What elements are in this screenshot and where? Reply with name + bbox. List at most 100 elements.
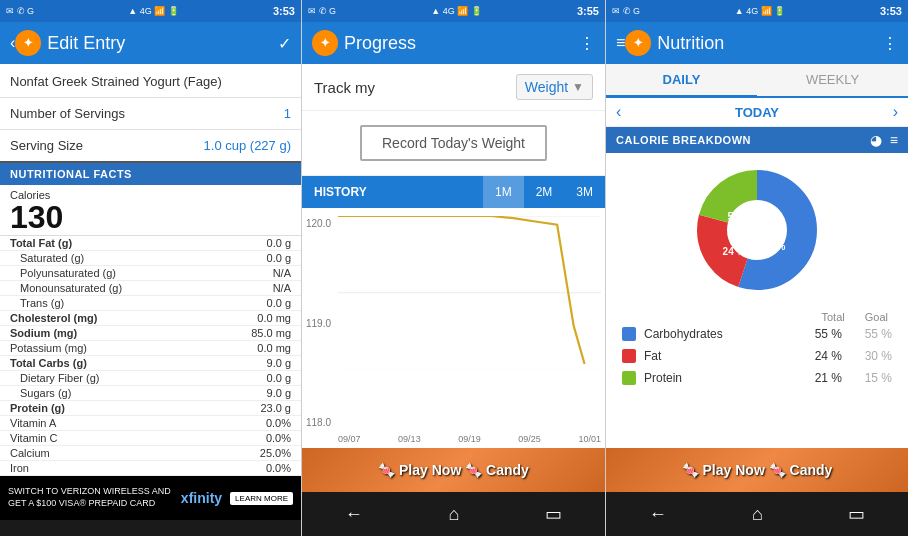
menu-icon-right[interactable]: ⋮ [882,34,898,53]
nutrition-row: Vitamin C 0.0% [0,431,301,446]
nutrient-value: N/A [273,282,291,294]
svg-text:55 %: 55 % [727,210,752,222]
servings-value[interactable]: 1 [284,106,291,121]
today-label: TODAY [687,105,828,120]
status-time-left: 3:53 [273,5,295,17]
serving-size-value[interactable]: 1.0 cup (227 g) [204,138,291,153]
nutrient-label: Cholesterol (mg) [10,312,97,324]
nav-back-right[interactable]: ← [649,504,667,525]
status-time-right: 3:53 [880,5,902,17]
calorie-header-icons: ◕ ≡ [870,132,898,148]
header-right: ≡ ✦ Nutrition ⋮ [606,22,908,64]
tab-1m[interactable]: 1M [483,176,524,208]
nutrition-row: Total Carbs (g) 9.0 g [0,356,301,371]
nav-back-mid[interactable]: ← [345,504,363,525]
nutrient-label: Total Fat (g) [10,237,72,249]
ad-learn-left[interactable]: LEARN MORE [230,492,293,505]
svg-text:21 %: 21 % [763,241,786,252]
legend-color-swatch [622,327,636,341]
status-icons-right: ✉ ✆ G [612,6,640,16]
nutrient-label: Potassium (mg) [10,342,87,354]
ad-banner-right[interactable]: 🍬 Play Now 🍬 Candy [606,448,908,492]
nutrient-value: 9.0 g [267,387,291,399]
nav-recent-mid[interactable]: ▭ [545,503,562,525]
calorie-section-title: CALORIE BREAKDOWN [616,134,870,146]
legend-color-swatch [622,371,636,385]
bottom-nav-right: ← ⌂ ▭ [606,492,908,536]
ad-banner-left[interactable]: SWITCH TO VERIZON WIRELESS AND GET A $10… [0,476,301,520]
ad-banner-mid[interactable]: 🍬 Play Now 🍬 Candy [302,448,605,492]
legend-item-goal: 15 % [842,371,892,385]
nutrient-value: 0.0 g [267,372,291,384]
checkmark-icon[interactable]: ✓ [278,34,291,53]
nav-home-right[interactable]: ⌂ [752,504,763,525]
nutrition-row: Protein (g) 23.0 g [0,401,301,416]
nutrient-label: Vitamin C [10,432,57,444]
legend-item-total: 21 % [792,371,842,385]
legend-item-name: Protein [644,371,792,385]
header-title-mid: Progress [344,33,579,54]
nutrition-row: Calcium 25.0% [0,446,301,461]
nutrition-row: Sodium (mg) 85.0 mg [0,326,301,341]
nutrient-value: 0.0 mg [257,312,291,324]
nav-recent-right[interactable]: ▭ [848,503,865,525]
nutrition-row: Polyunsaturated (g) N/A [0,266,301,281]
nutrition-row: Monounsaturated (g) N/A [0,281,301,296]
nutrient-label: Calcium [10,447,50,459]
brand-logo-right: ✦ [625,30,651,56]
pie-chart-svg: 55 % 21 % 24 % [692,165,822,295]
menu-icon-right-left[interactable]: ≡ [616,34,625,52]
nav-home-left[interactable]: ⌂ [146,532,157,537]
history-tabs: HISTORY 1M 2M 3M [302,176,605,208]
status-icons-left: ✉ ✆ G [6,6,34,16]
calories-value: 130 [10,201,63,233]
prev-day-arrow[interactable]: ‹ [616,103,687,121]
nutrient-value: 0.0% [266,432,291,444]
legend-item-goal: 30 % [842,349,892,363]
tab-2m[interactable]: 2M [524,176,565,208]
legend-header-total: Total [822,311,845,323]
ad-text-left: SWITCH TO VERIZON WIRELESS AND GET A $10… [8,486,173,509]
tab-daily[interactable]: DAILY [606,64,757,98]
legend-row: Protein 21 % 15 % [622,371,892,385]
chart-svg [338,216,601,369]
tab-weekly[interactable]: WEEKLY [757,64,908,96]
next-day-arrow[interactable]: › [828,103,899,121]
chart-area: 120.0 119.0 118.0 09/07 09/13 09/19 09/2… [302,208,605,448]
menu-icon-mid[interactable]: ⋮ [579,34,595,53]
calories-row: Calories 130 [0,185,301,236]
track-my-label: Track my [314,79,375,96]
nutrition-table: Total Fat (g) 0.0 g Saturated (g) 0.0 g Po… [0,236,301,476]
nutrition-row: Sugars (g) 9.0 g [0,386,301,401]
brand-logo-mid: ✦ [312,30,338,56]
nutrient-value: 85.0 mg [251,327,291,339]
status-bar-left: ✉ ✆ G ▲ 4G 📶 🔋 3:53 [0,0,301,22]
tab-3m[interactable]: 3M [564,176,605,208]
nutrient-label: Sugars (g) [20,387,71,399]
servings-row: Number of Servings 1 [0,98,301,130]
nutrient-label: Sodium (mg) [10,327,77,339]
nutrient-label: Iron [10,462,29,474]
pie-chart-icon[interactable]: ◕ [870,132,882,148]
nutrition-row: Vitamin A 0.0% [0,416,301,431]
nav-recent-left[interactable]: ▭ [241,531,258,536]
track-my-row: Track my Weight ▼ [302,64,605,111]
header-left: ‹ ✦ Edit Entry ✓ [0,22,301,64]
nutrient-value: 23.0 g [260,402,291,414]
nutrient-label: Protein (g) [10,402,65,414]
serving-size-label: Serving Size [10,138,83,153]
nutrient-value: 0.0 g [267,252,291,264]
record-weight-button[interactable]: Record Today's Weight [360,125,547,161]
panel-nutrition: ✉ ✆ G ▲ 4G 📶 🔋 3:53 ≡ ✦ Nutrition ⋮ DAIL… [606,0,908,536]
legend-item-name: Fat [644,349,792,363]
track-dropdown[interactable]: Weight ▼ [516,74,593,100]
nav-back-left[interactable]: ← [43,532,61,537]
nutrient-label: Saturated (g) [20,252,84,264]
nav-home-mid[interactable]: ⌂ [449,504,460,525]
legend-item-goal: 55 % [842,327,892,341]
tabs-row: DAILY WEEKLY [606,64,908,98]
list-icon[interactable]: ≡ [890,132,898,148]
nutrient-value: 0.0 mg [257,342,291,354]
nutrient-value: 0.0 g [267,237,291,249]
nutrition-row: Trans (g) 0.0 g [0,296,301,311]
